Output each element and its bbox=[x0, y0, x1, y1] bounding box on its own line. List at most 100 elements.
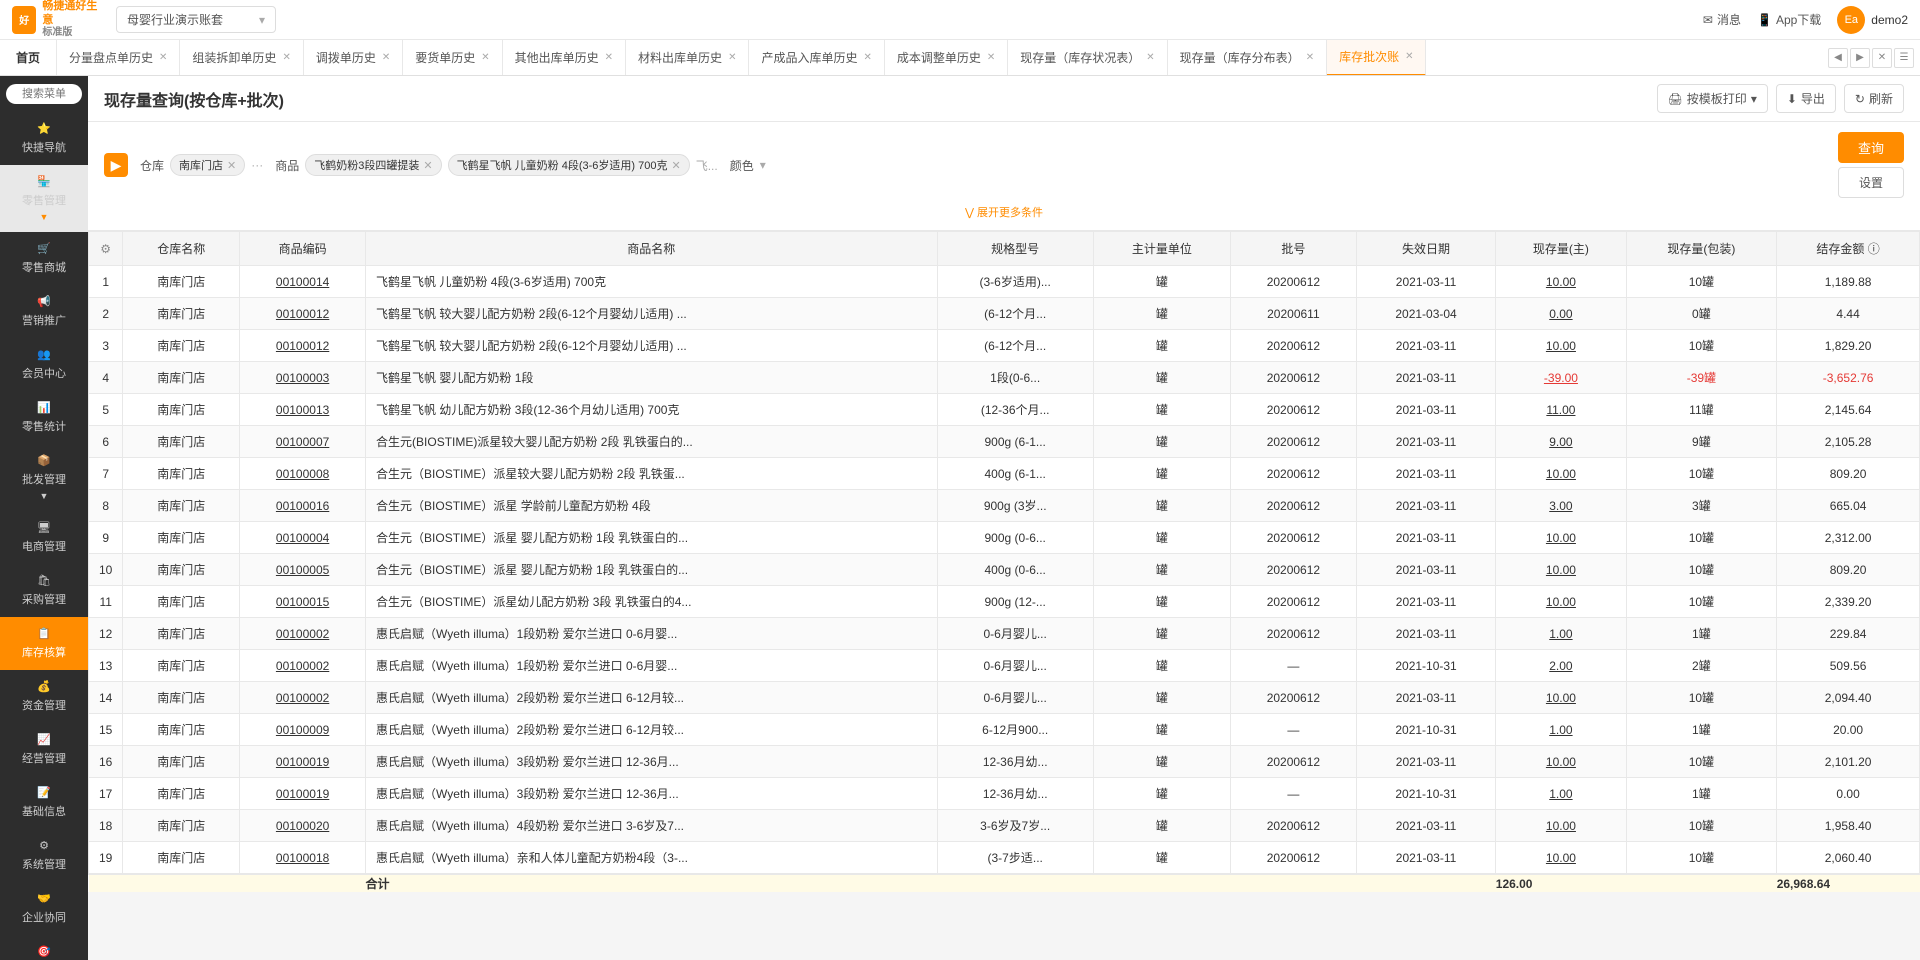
close-other-out-tab[interactable]: ✕ bbox=[605, 52, 613, 63]
col-settings[interactable]: ⚙ bbox=[89, 232, 123, 266]
row-code-6[interactable]: 00100008 bbox=[240, 458, 366, 490]
remove-goods-tag-1[interactable]: ✕ bbox=[671, 159, 680, 172]
tab-other-out[interactable]: 其他出库单历史 ✕ bbox=[503, 40, 626, 76]
tab-home[interactable]: 首页 bbox=[0, 40, 57, 76]
goods-tag-1[interactable]: 飞鹤星飞帆 儿童奶粉 4段(3-6岁适用) 700克 ✕ bbox=[448, 154, 690, 176]
goods-more[interactable]: 飞... bbox=[696, 157, 718, 174]
close-product-in-tab[interactable]: ✕ bbox=[863, 52, 871, 63]
row-code-14[interactable]: 00100009 bbox=[240, 714, 366, 746]
sidebar-item-quick-nav[interactable]: ⭐ 快捷导航 bbox=[0, 112, 88, 165]
sidebar-item-retail-stats[interactable]: 📊 零售统计 bbox=[0, 391, 88, 444]
row-code-11[interactable]: 00100002 bbox=[240, 618, 366, 650]
remove-warehouse-tag-0[interactable]: ✕ bbox=[227, 159, 236, 172]
export-btn[interactable]: ⬇ 导出 bbox=[1776, 84, 1836, 113]
query-btn[interactable]: 查询 bbox=[1838, 132, 1904, 163]
warehouse-more[interactable]: ··· bbox=[251, 158, 263, 172]
row-code-15[interactable]: 00100019 bbox=[240, 746, 366, 778]
row-qty-main-6[interactable]: 10.00 bbox=[1496, 458, 1626, 490]
row-code-13[interactable]: 00100002 bbox=[240, 682, 366, 714]
row-code-9[interactable]: 00100005 bbox=[240, 554, 366, 586]
row-code-0[interactable]: 00100014 bbox=[240, 266, 366, 298]
tab-mix[interactable]: 调拨单历史 ✕ bbox=[304, 40, 403, 76]
sidebar-item-system[interactable]: ⚙ 系统管理 bbox=[0, 829, 88, 882]
close-split-tab[interactable]: ✕ bbox=[159, 52, 167, 63]
tab-demand[interactable]: 要货单历史 ✕ bbox=[403, 40, 502, 76]
template-print-btn[interactable]: 🖨 按模板打印 ▾ bbox=[1657, 84, 1768, 113]
setting-btn[interactable]: 设置 bbox=[1838, 167, 1904, 198]
row-qty-main-15[interactable]: 10.00 bbox=[1496, 746, 1626, 778]
row-qty-main-2[interactable]: 10.00 bbox=[1496, 330, 1626, 362]
sidebar-item-retail-mgmt[interactable]: 🏪 零售管理 ▼ bbox=[0, 165, 88, 232]
sidebar-item-ecommerce[interactable]: 🖥 电商管理 bbox=[0, 511, 88, 564]
sidebar-item-finance[interactable]: 💰 资金管理 bbox=[0, 670, 88, 723]
sidebar-item-member[interactable]: 👥 会员中心 bbox=[0, 338, 88, 391]
sidebar-search-input[interactable] bbox=[6, 84, 82, 104]
close-inventory-status-tab[interactable]: ✕ bbox=[1146, 52, 1154, 63]
sidebar-item-operation[interactable]: 📈 经营管理 bbox=[0, 723, 88, 776]
sidebar-item-inventory[interactable]: 📋 库存核算 bbox=[0, 617, 88, 670]
row-code-7[interactable]: 00100016 bbox=[240, 490, 366, 522]
tab-batch-account[interactable]: 库存批次账 ✕ bbox=[1327, 40, 1426, 76]
close-cost-adjust-tab[interactable]: ✕ bbox=[987, 52, 995, 63]
row-code-16[interactable]: 00100019 bbox=[240, 778, 366, 810]
row-code-2[interactable]: 00100012 bbox=[240, 330, 366, 362]
warehouse-tag-0[interactable]: 南库门店 ✕ bbox=[170, 154, 245, 176]
row-qty-main-11[interactable]: 1.00 bbox=[1496, 618, 1626, 650]
row-code-12[interactable]: 00100002 bbox=[240, 650, 366, 682]
app-download-btn[interactable]: 📱 App下载 bbox=[1757, 11, 1821, 28]
remove-goods-tag-0[interactable]: ✕ bbox=[423, 159, 432, 172]
row-qty-main-9[interactable]: 10.00 bbox=[1496, 554, 1626, 586]
row-qty-main-8[interactable]: 10.00 bbox=[1496, 522, 1626, 554]
close-dismantle-tab[interactable]: ✕ bbox=[282, 52, 290, 63]
sidebar-item-marketing[interactable]: 📢 营销推广 bbox=[0, 285, 88, 338]
row-qty-main-14[interactable]: 1.00 bbox=[1496, 714, 1626, 746]
tab-dismantle[interactable]: 组装拆卸单历史 ✕ bbox=[180, 40, 303, 76]
row-qty-main-3[interactable]: -39.00 bbox=[1496, 362, 1626, 394]
expand-more-conditions[interactable]: ⋁ 展开更多条件 bbox=[104, 204, 1904, 220]
tab-next-btn[interactable]: ▶ bbox=[1850, 48, 1870, 68]
row-code-1[interactable]: 00100012 bbox=[240, 298, 366, 330]
tab-product-in[interactable]: 产成品入库单历史 ✕ bbox=[749, 40, 884, 76]
row-code-8[interactable]: 00100004 bbox=[240, 522, 366, 554]
row-qty-main-7[interactable]: 3.00 bbox=[1496, 490, 1626, 522]
row-qty-main-18[interactable]: 10.00 bbox=[1496, 842, 1626, 875]
row-code-10[interactable]: 00100015 bbox=[240, 586, 366, 618]
row-code-17[interactable]: 00100020 bbox=[240, 810, 366, 842]
user-area[interactable]: Ea demo2 bbox=[1837, 6, 1908, 34]
tab-close-btn[interactable]: ✕ bbox=[1872, 48, 1892, 68]
row-qty-main-17[interactable]: 10.00 bbox=[1496, 810, 1626, 842]
sidebar-item-purchase[interactable]: 🛍 采购管理 bbox=[0, 564, 88, 617]
row-qty-main-1[interactable]: 0.00 bbox=[1496, 298, 1626, 330]
sidebar-item-new-guide[interactable]: 🎯 新手引导 bbox=[0, 935, 88, 960]
tab-cost-adjust[interactable]: 成本调整单历史 ✕ bbox=[885, 40, 1008, 76]
row-code-18[interactable]: 00100018 bbox=[240, 842, 366, 875]
row-qty-main-16[interactable]: 1.00 bbox=[1496, 778, 1626, 810]
close-mix-tab[interactable]: ✕ bbox=[382, 52, 390, 63]
row-qty-main-12[interactable]: 2.00 bbox=[1496, 650, 1626, 682]
tab-prev-btn[interactable]: ◀ bbox=[1828, 48, 1848, 68]
tab-inventory-status[interactable]: 现存量（库存状况表） ✕ bbox=[1008, 40, 1167, 76]
row-qty-main-10[interactable]: 10.00 bbox=[1496, 586, 1626, 618]
tab-inventory-dist[interactable]: 现存量（库存分布表） ✕ bbox=[1168, 40, 1327, 76]
row-qty-main-0[interactable]: 10.00 bbox=[1496, 266, 1626, 298]
close-batch-account-tab[interactable]: ✕ bbox=[1405, 51, 1413, 62]
tab-menu-btn[interactable]: ☰ bbox=[1894, 48, 1914, 68]
workspace-selector[interactable]: 母婴行业演示账套 ▾ bbox=[116, 6, 276, 33]
tab-material-out[interactable]: 材料出库单历史 ✕ bbox=[626, 40, 749, 76]
sidebar-item-corp-coop[interactable]: 🤝 企业协同 bbox=[0, 882, 88, 935]
sidebar-item-retail-shop[interactable]: 🛒 零售商城 bbox=[0, 232, 88, 285]
sidebar-item-wholesale[interactable]: 📦 批发管理 ▼ bbox=[0, 444, 88, 511]
goods-tag-0[interactable]: 飞鹤奶粉3段四罐提装 ✕ bbox=[305, 154, 441, 176]
refresh-btn[interactable]: ↻ 刷新 bbox=[1844, 84, 1904, 113]
row-qty-main-4[interactable]: 11.00 bbox=[1496, 394, 1626, 426]
row-code-5[interactable]: 00100007 bbox=[240, 426, 366, 458]
tab-split[interactable]: 分量盘点单历史 ✕ bbox=[57, 40, 180, 76]
sidebar-item-basic[interactable]: 📝 基础信息 bbox=[0, 776, 88, 829]
close-inventory-dist-tab[interactable]: ✕ bbox=[1306, 52, 1314, 63]
row-qty-main-5[interactable]: 9.00 bbox=[1496, 426, 1626, 458]
close-material-out-tab[interactable]: ✕ bbox=[728, 52, 736, 63]
row-code-4[interactable]: 00100013 bbox=[240, 394, 366, 426]
row-code-3[interactable]: 00100003 bbox=[240, 362, 366, 394]
column-settings-icon[interactable]: ⚙ bbox=[100, 242, 111, 256]
message-btn[interactable]: ✉ 消息 bbox=[1703, 11, 1741, 28]
